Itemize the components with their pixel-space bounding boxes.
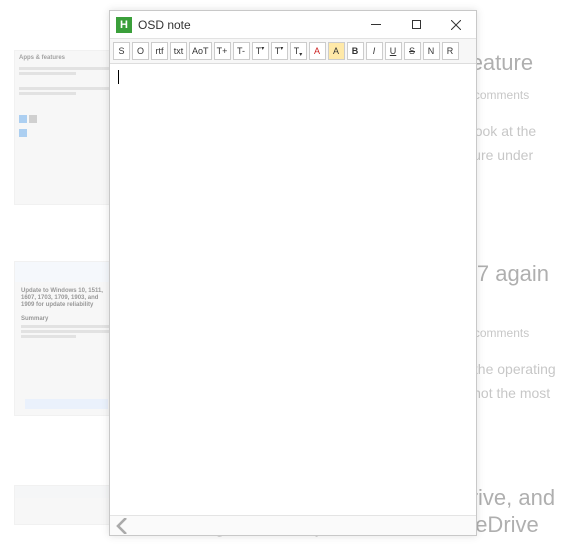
toolbar-font-decrease-button[interactable]: T- [233,42,250,60]
toolbar-strike-button[interactable]: S [404,42,421,60]
arrow-icon: ▾ [261,45,264,52]
toolbar-align-right-button[interactable]: T▾ [290,42,307,60]
toolbar-italic-button[interactable]: I [366,42,383,60]
maximize-icon [412,20,421,29]
toolbar-rtf-button[interactable]: rtf [151,42,168,60]
close-icon [451,20,461,30]
thumb-heading: Apps & features [19,55,114,63]
window-controls [356,11,476,38]
article-thumbnail: Update to Windows 10, 1511, 1607, 1703, … [14,261,119,416]
toolbar-aot-button[interactable]: AoT [189,42,212,60]
toolbar-align-left-button[interactable]: T▾ [252,42,269,60]
thumb-heading: Update to Windows 10, 1511, 1607, 1703, … [21,288,112,310]
toolbar-fgcolor-button[interactable]: A [309,42,326,60]
toolbar-font-increase-button[interactable]: T+ [214,42,231,60]
app-icon: H [116,17,132,33]
statusbar [110,515,476,535]
close-button[interactable] [436,11,476,38]
maximize-button[interactable] [396,11,436,38]
editor-area[interactable] [110,64,476,515]
article-thumbnail: Apps & features [14,50,119,205]
toolbar-normal-button[interactable]: N [423,42,440,60]
prev-note-button[interactable] [116,519,132,533]
minimize-button[interactable] [356,11,396,38]
article-thumbnail [14,485,119,525]
osd-note-window: H OSD note S O rtf txt AoT T+ T- T▾ T▾ T… [109,10,477,536]
toolbar-bold-button[interactable]: B [347,42,364,60]
toolbar-r-button[interactable]: R [442,42,459,60]
text-caret [118,70,119,84]
toolbar: S O rtf txt AoT T+ T- T▾ T▾ T▾ A A B I U… [110,39,476,64]
toolbar-o-button[interactable]: O [132,42,149,60]
arrow-icon: ▾ [299,51,302,58]
window-title: OSD note [138,18,356,32]
minimize-icon [371,24,381,25]
toolbar-bgcolor-button[interactable]: A [328,42,345,60]
arrow-icon: ▾ [280,45,283,52]
toolbar-underline-button[interactable]: U [385,42,402,60]
toolbar-s-button[interactable]: S [113,42,130,60]
toolbar-align-center-button[interactable]: T▾ [271,42,288,60]
toolbar-txt-button[interactable]: txt [170,42,187,60]
titlebar[interactable]: H OSD note [110,11,476,39]
chevron-left-icon [116,518,132,534]
